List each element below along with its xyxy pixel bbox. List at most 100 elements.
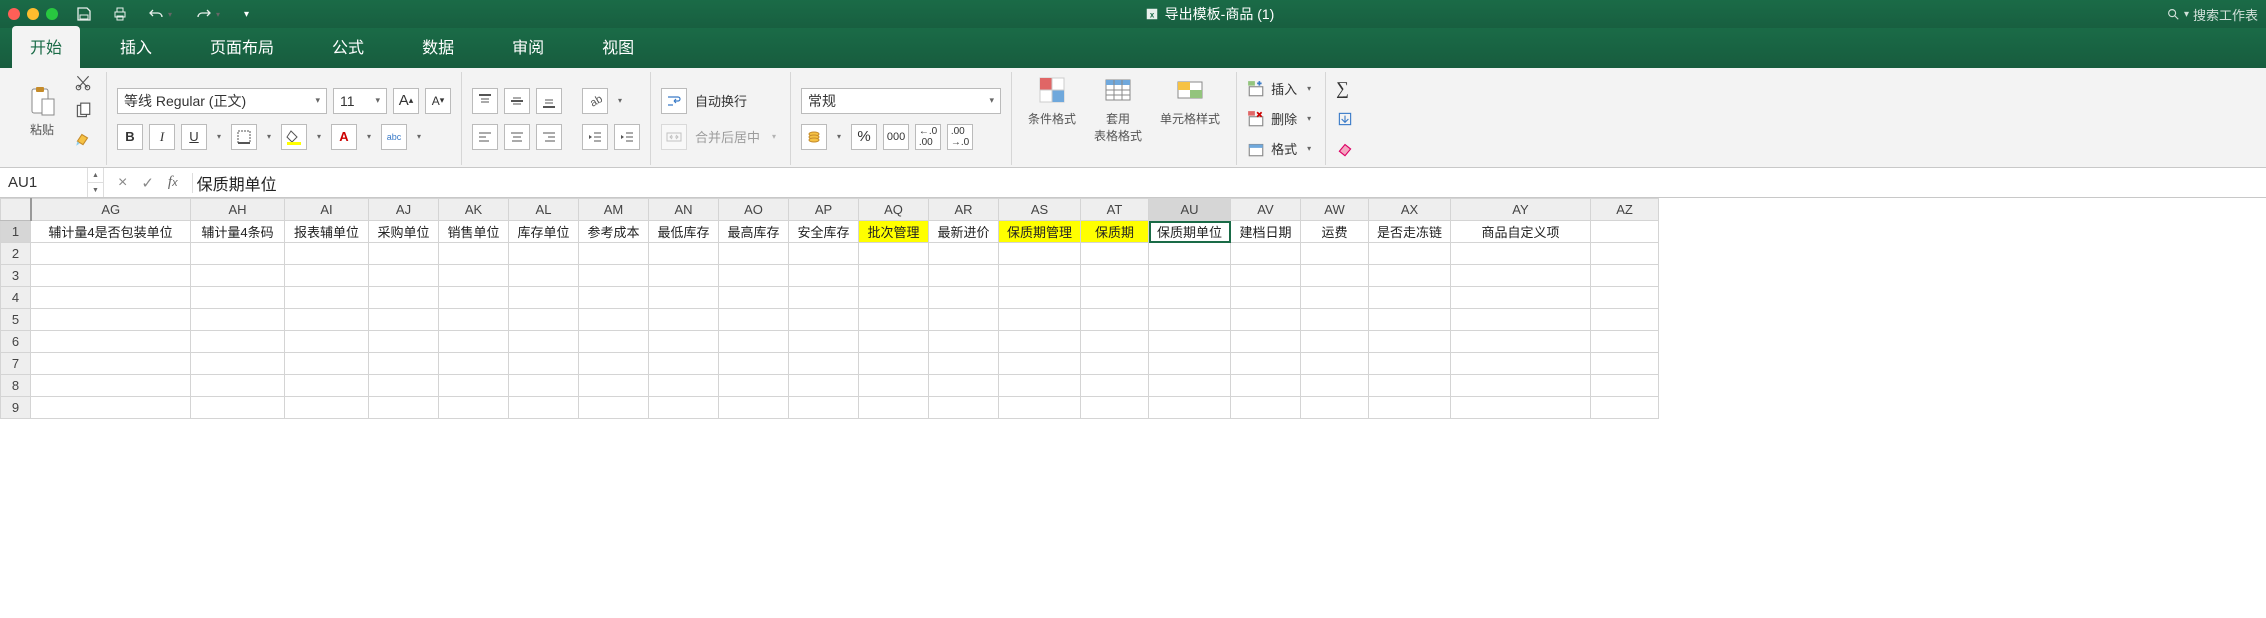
cell-AZ4[interactable]	[1591, 287, 1659, 309]
align-bottom-icon[interactable]	[536, 88, 562, 114]
cell-AX4[interactable]	[1369, 287, 1451, 309]
merge-center-button[interactable]: 合并后居中▾	[661, 124, 780, 150]
cell-AJ3[interactable]	[369, 265, 439, 287]
cell-AW6[interactable]	[1301, 331, 1369, 353]
cell-AJ5[interactable]	[369, 309, 439, 331]
formula-input[interactable]: 保质期单位	[193, 171, 277, 195]
cell-AP5[interactable]	[789, 309, 859, 331]
cell-AR5[interactable]	[929, 309, 999, 331]
cell-AY7[interactable]	[1451, 353, 1591, 375]
cell-AZ2[interactable]	[1591, 243, 1659, 265]
cell-AK1[interactable]: 销售单位	[439, 221, 509, 243]
cell-AS8[interactable]	[999, 375, 1081, 397]
cell-AS3[interactable]	[999, 265, 1081, 287]
cell-AW5[interactable]	[1301, 309, 1369, 331]
cell-AM2[interactable]	[579, 243, 649, 265]
cell-AW1[interactable]: 运费	[1301, 221, 1369, 243]
cell-AJ7[interactable]	[369, 353, 439, 375]
cell-AM3[interactable]	[579, 265, 649, 287]
tab-插入[interactable]: 插入	[102, 26, 170, 68]
row-header-5[interactable]: 5	[1, 309, 31, 331]
cell-AN3[interactable]	[649, 265, 719, 287]
cell-AG8[interactable]	[31, 375, 191, 397]
cell-AG6[interactable]	[31, 331, 191, 353]
cell-AH3[interactable]	[191, 265, 285, 287]
cell-AX1[interactable]: 是否走冻链	[1369, 221, 1451, 243]
cell-AU3[interactable]	[1149, 265, 1231, 287]
decrease-font-icon[interactable]: A▾	[425, 88, 451, 114]
column-header-AM[interactable]: AM	[579, 199, 649, 221]
row-header-2[interactable]: 2	[1, 243, 31, 265]
column-header-AG[interactable]: AG	[31, 199, 191, 221]
cell-AL1[interactable]: 库存单位	[509, 221, 579, 243]
cell-AP3[interactable]	[789, 265, 859, 287]
cell-AS6[interactable]	[999, 331, 1081, 353]
cell-AH5[interactable]	[191, 309, 285, 331]
cell-AL9[interactable]	[509, 397, 579, 419]
cell-AG4[interactable]	[31, 287, 191, 309]
cell-AN2[interactable]	[649, 243, 719, 265]
cell-AL3[interactable]	[509, 265, 579, 287]
cell-AH9[interactable]	[191, 397, 285, 419]
insert-cells-button[interactable]: 插入▾	[1247, 76, 1315, 102]
align-right-icon[interactable]	[536, 124, 562, 150]
column-header-AI[interactable]: AI	[285, 199, 369, 221]
cell-AP4[interactable]	[789, 287, 859, 309]
cell-AM7[interactable]	[579, 353, 649, 375]
align-center-icon[interactable]	[504, 124, 530, 150]
cell-AQ7[interactable]	[859, 353, 929, 375]
cell-AO2[interactable]	[719, 243, 789, 265]
cell-AX5[interactable]	[1369, 309, 1451, 331]
cell-AX9[interactable]	[1369, 397, 1451, 419]
row-header-7[interactable]: 7	[1, 353, 31, 375]
cell-AR9[interactable]	[929, 397, 999, 419]
align-left-icon[interactable]	[472, 124, 498, 150]
cell-AX8[interactable]	[1369, 375, 1451, 397]
cell-AI4[interactable]	[285, 287, 369, 309]
cell-AV6[interactable]	[1231, 331, 1301, 353]
increase-font-icon[interactable]: A▴	[393, 88, 419, 114]
cell-AU8[interactable]	[1149, 375, 1231, 397]
column-header-AH[interactable]: AH	[191, 199, 285, 221]
cell-AY1[interactable]: 商品自定义项	[1451, 221, 1591, 243]
cell-AY2[interactable]	[1451, 243, 1591, 265]
cell-AR7[interactable]	[929, 353, 999, 375]
redo-icon[interactable]: ▾	[192, 4, 228, 24]
cell-AL6[interactable]	[509, 331, 579, 353]
cell-AR6[interactable]	[929, 331, 999, 353]
cell-AZ6[interactable]	[1591, 331, 1659, 353]
underline-button[interactable]: U	[181, 124, 207, 150]
autosum-button[interactable]: ∑	[1336, 76, 1354, 102]
accept-formula-icon[interactable]: ✓	[141, 174, 154, 192]
cell-AQ1[interactable]: 批次管理	[859, 221, 929, 243]
row-header-4[interactable]: 4	[1, 287, 31, 309]
cell-AI9[interactable]	[285, 397, 369, 419]
cell-AP8[interactable]	[789, 375, 859, 397]
cell-AX6[interactable]	[1369, 331, 1451, 353]
cell-AU9[interactable]	[1149, 397, 1231, 419]
align-middle-icon[interactable]	[504, 88, 530, 114]
name-box[interactable]: AU1	[0, 168, 88, 197]
cell-AG3[interactable]	[31, 265, 191, 287]
cell-AY3[interactable]	[1451, 265, 1591, 287]
tab-数据[interactable]: 数据	[404, 26, 472, 68]
cell-AQ8[interactable]	[859, 375, 929, 397]
cell-AS5[interactable]	[999, 309, 1081, 331]
cell-AM6[interactable]	[579, 331, 649, 353]
cell-AL2[interactable]	[509, 243, 579, 265]
cell-AN6[interactable]	[649, 331, 719, 353]
cell-AW8[interactable]	[1301, 375, 1369, 397]
cell-AJ9[interactable]	[369, 397, 439, 419]
cell-AR1[interactable]: 最新进价	[929, 221, 999, 243]
cell-AT5[interactable]	[1081, 309, 1149, 331]
cell-AI8[interactable]	[285, 375, 369, 397]
format-as-table-button[interactable]: 套用 表格格式	[1088, 72, 1148, 146]
cell-AO9[interactable]	[719, 397, 789, 419]
cell-AZ3[interactable]	[1591, 265, 1659, 287]
cell-AO6[interactable]	[719, 331, 789, 353]
italic-button[interactable]: I	[149, 124, 175, 150]
align-top-icon[interactable]	[472, 88, 498, 114]
close-window-button[interactable]	[8, 8, 20, 20]
cell-AS1[interactable]: 保质期管理	[999, 221, 1081, 243]
cell-AK7[interactable]	[439, 353, 509, 375]
